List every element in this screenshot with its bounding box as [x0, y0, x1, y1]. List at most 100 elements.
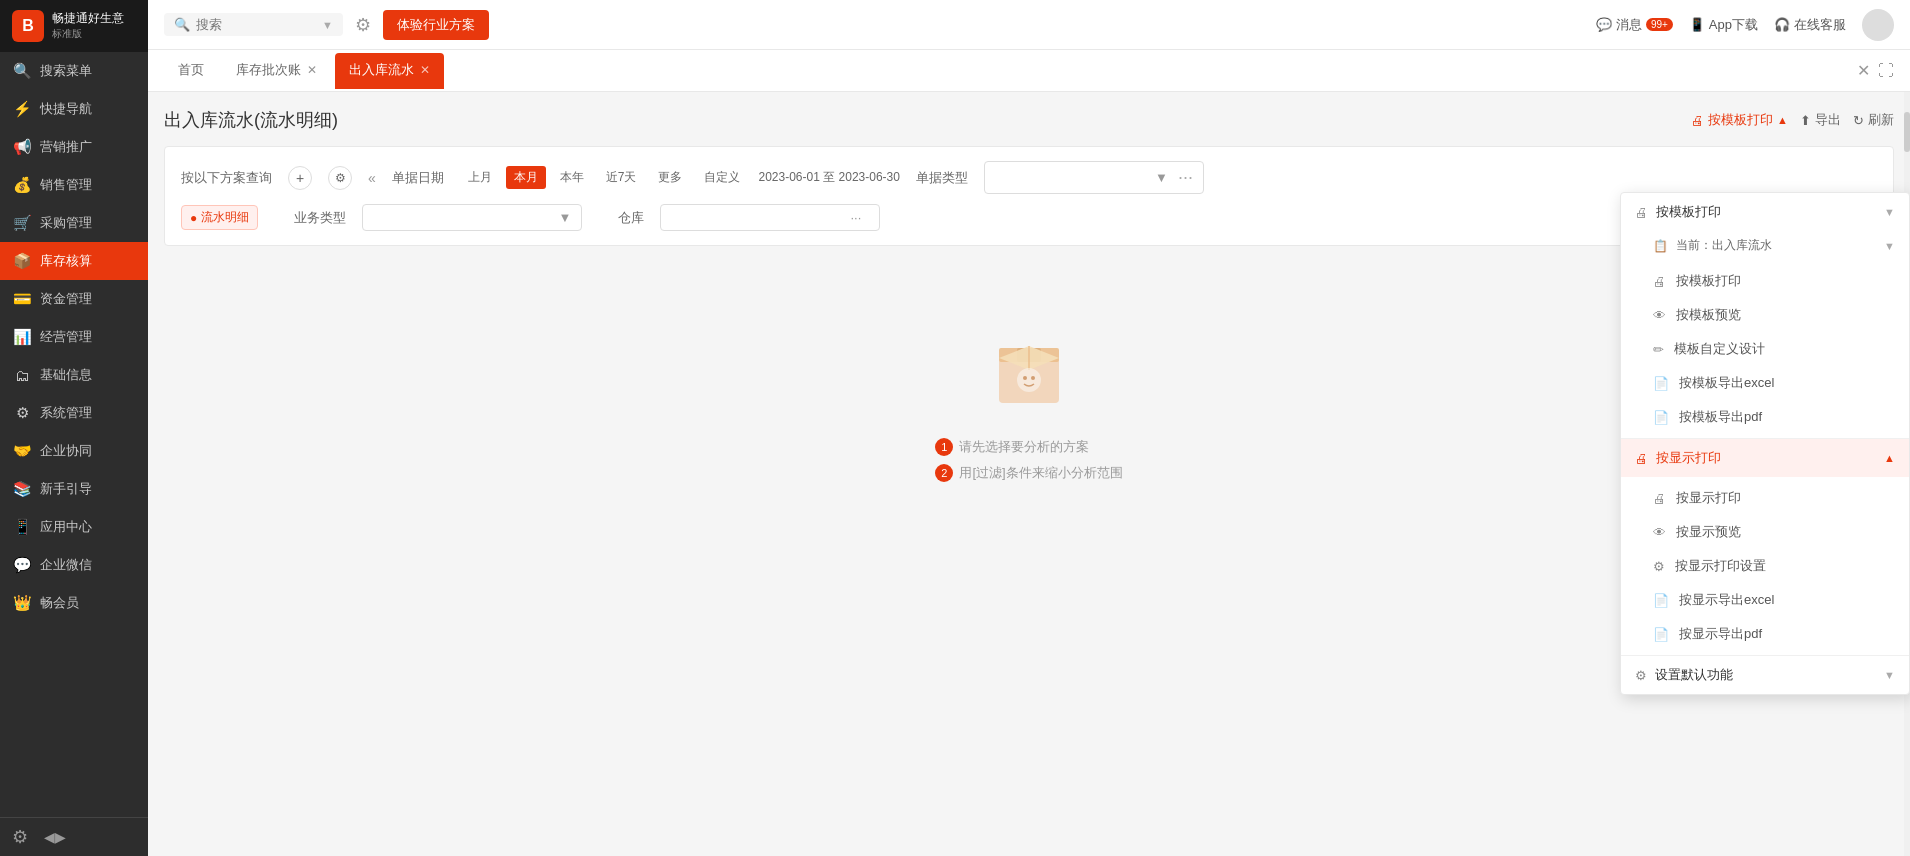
scheme-settings-btn[interactable]: ⚙: [328, 166, 352, 190]
purchase-icon: 🛒: [12, 214, 32, 232]
tab-inventory-batch-close[interactable]: ✕: [307, 63, 317, 77]
biz-type-select[interactable]: ▼: [362, 204, 582, 231]
dropdown-display-header[interactable]: 🖨 按显示打印 ▲: [1621, 439, 1909, 477]
svg-point-5: [1017, 368, 1041, 392]
dropdown-display-preview-item[interactable]: 👁 按显示预览: [1621, 515, 1909, 549]
sidebar-item-label: 快捷导航: [40, 100, 92, 118]
search-input[interactable]: [196, 17, 316, 32]
dropdown-display-excel-item[interactable]: 📄 按显示导出excel: [1621, 583, 1909, 617]
date-btn-7days[interactable]: 近7天: [598, 166, 645, 189]
date-btn-last-month[interactable]: 上月: [460, 166, 500, 189]
header-right: 💬 消息 99+ 📱 App下载 🎧 在线客服: [1596, 9, 1894, 41]
date-label: 单据日期: [392, 169, 444, 187]
type-select[interactable]: ▼ ···: [984, 161, 1204, 194]
filter-tag-icon: ●: [190, 211, 197, 225]
template-excel-label: 按模板导出excel: [1679, 374, 1774, 392]
app-logo: B 畅捷通好生意 标准版: [0, 0, 148, 52]
system-icon: ⚙: [12, 404, 32, 422]
type-label: 单据类型: [916, 169, 968, 187]
step-2-text: 用[过滤]条件来缩小分析范围: [959, 460, 1122, 486]
quick-nav-icon: ⚡: [12, 100, 32, 118]
dropdown-template-print-item[interactable]: 🖨 按模板打印: [1621, 264, 1909, 298]
warehouse-arrow: ···: [850, 210, 861, 225]
dropdown-display-items: 🖨 按显示打印 👁 按显示预览 ⚙ 按显示打印设置 📄 按显示导出excel: [1621, 477, 1909, 655]
dropdown-template-header[interactable]: 🖨 按模板打印 ▼: [1621, 193, 1909, 231]
step-1-num: 1: [935, 438, 953, 456]
add-scheme-btn[interactable]: +: [288, 166, 312, 190]
message-btn[interactable]: 💬 消息 99+: [1596, 16, 1673, 34]
online-service-btn[interactable]: 🎧 在线客服: [1774, 16, 1846, 34]
dropdown-display-settings-item[interactable]: ⚙ 按显示打印设置: [1621, 549, 1909, 583]
sidebar-item-member[interactable]: 👑 畅会员: [0, 584, 148, 622]
sidebar-item-inventory[interactable]: 📦 库存核算: [0, 242, 148, 280]
dropdown-template-custom-item[interactable]: ✏ 模板自定义设计: [1621, 332, 1909, 366]
template-print-btn[interactable]: 🖨 按模板打印 ▲: [1691, 111, 1788, 129]
sidebar-item-system[interactable]: ⚙ 系统管理: [0, 394, 148, 432]
sidebar-item-quick-nav[interactable]: ⚡ 快捷导航: [0, 90, 148, 128]
sidebar-item-finance[interactable]: 💳 资金管理: [0, 280, 148, 318]
sidebar-item-guide[interactable]: 📚 新手引导: [0, 470, 148, 508]
header-gear-icon[interactable]: ⚙: [355, 14, 371, 36]
sidebar-item-operation[interactable]: 📊 经营管理: [0, 318, 148, 356]
refresh-btn[interactable]: ↻ 刷新: [1853, 111, 1894, 129]
export-btn[interactable]: ⬆ 导出: [1800, 111, 1841, 129]
sidebar-item-sales[interactable]: 💰 销售管理: [0, 166, 148, 204]
type-select-more[interactable]: ···: [1178, 167, 1193, 188]
date-btn-custom[interactable]: 自定义: [696, 166, 748, 189]
user-avatar[interactable]: [1862, 9, 1894, 41]
dropdown-arrow-icon: ▼: [322, 19, 333, 31]
dropdown-default-function[interactable]: ⚙ 设置默认功能 ▼: [1621, 656, 1909, 694]
empty-step-1: 1 请先选择要分析的方案: [935, 434, 1122, 460]
sidebar-item-label: 资金管理: [40, 290, 92, 308]
tab-close-btn[interactable]: ✕: [1857, 61, 1870, 80]
search-box[interactable]: 🔍 ▼: [164, 13, 343, 36]
default-function-text: 设置默认功能: [1655, 666, 1733, 684]
tab-home[interactable]: 首页: [164, 53, 218, 89]
date-btn-more[interactable]: 更多: [650, 166, 690, 189]
tab-expand-btn[interactable]: ⛶: [1878, 62, 1894, 80]
dropdown-display-print-item[interactable]: 🖨 按显示打印: [1621, 481, 1909, 515]
page-actions: 🖨 按模板打印 ▲ ⬆ 导出 ↻ 刷新: [1691, 111, 1894, 129]
collapse-btn[interactable]: «: [368, 170, 376, 186]
sidebar-item-label: 销售管理: [40, 176, 92, 194]
sidebar-item-app-center[interactable]: 📱 应用中心: [0, 508, 148, 546]
dropdown-template-excel-item[interactable]: 📄 按模板导出excel: [1621, 366, 1909, 400]
display-settings-icon: ⚙: [1653, 559, 1665, 574]
sidebar-item-basic[interactable]: 🗂 基础信息: [0, 356, 148, 394]
app-center-icon: 📱: [12, 518, 32, 536]
date-btn-this-year[interactable]: 本年: [552, 166, 592, 189]
basic-icon: 🗂: [12, 367, 32, 384]
page-title: 出入库流水(流水明细): [164, 108, 338, 132]
sidebar-item-marketing[interactable]: 📢 营销推广: [0, 128, 148, 166]
tab-io-flow-close[interactable]: ✕: [420, 63, 430, 77]
settings-gear-icon[interactable]: ⚙: [12, 826, 28, 848]
tab-home-label: 首页: [178, 61, 204, 79]
filter-scheme-label: 按以下方案查询: [181, 169, 272, 187]
search-icon: 🔍: [12, 62, 32, 80]
brand-name: 畅捷通好生意: [52, 11, 124, 27]
member-icon: 👑: [12, 594, 32, 612]
sidebar-item-wecom[interactable]: 💬 企业微信: [0, 546, 148, 584]
dropdown-display-pdf-item[interactable]: 📄 按显示导出pdf: [1621, 617, 1909, 651]
biz-type-label: 业务类型: [294, 209, 346, 227]
sidebar-item-search[interactable]: 🔍 搜索菜单: [0, 52, 148, 90]
filter-tag-liushui[interactable]: ● 流水明细: [181, 205, 258, 230]
dropdown-template-pdf-item[interactable]: 📄 按模板导出pdf: [1621, 400, 1909, 434]
sidebar-item-purchase[interactable]: 🛒 采购管理: [0, 204, 148, 242]
tab-io-flow[interactable]: 出入库流水 ✕: [335, 53, 444, 89]
sidebar-item-label: 营销推广: [40, 138, 92, 156]
trial-btn[interactable]: 体验行业方案: [383, 10, 489, 40]
warehouse-select[interactable]: ···: [660, 204, 880, 231]
dropdown-display-header-left: 🖨 按显示打印: [1635, 449, 1721, 467]
sidebar-item-enterprise[interactable]: 🤝 企业协同: [0, 432, 148, 470]
dropdown-template-preview-item[interactable]: 👁 按模板预览: [1621, 298, 1909, 332]
app-download-btn[interactable]: 📱 App下载: [1689, 16, 1758, 34]
tab-inventory-batch-label: 库存批次账: [236, 61, 301, 79]
template-print-item-label: 按模板打印: [1676, 272, 1741, 290]
message-label: 消息: [1616, 16, 1642, 34]
display-excel-label: 按显示导出excel: [1679, 591, 1774, 609]
date-btn-this-month[interactable]: 本月: [506, 166, 546, 189]
tab-inventory-batch[interactable]: 库存批次账 ✕: [222, 53, 331, 89]
scrollbar-thumb[interactable]: [1904, 112, 1910, 152]
collapse-sidebar-icon[interactable]: ◀▶: [44, 829, 66, 845]
